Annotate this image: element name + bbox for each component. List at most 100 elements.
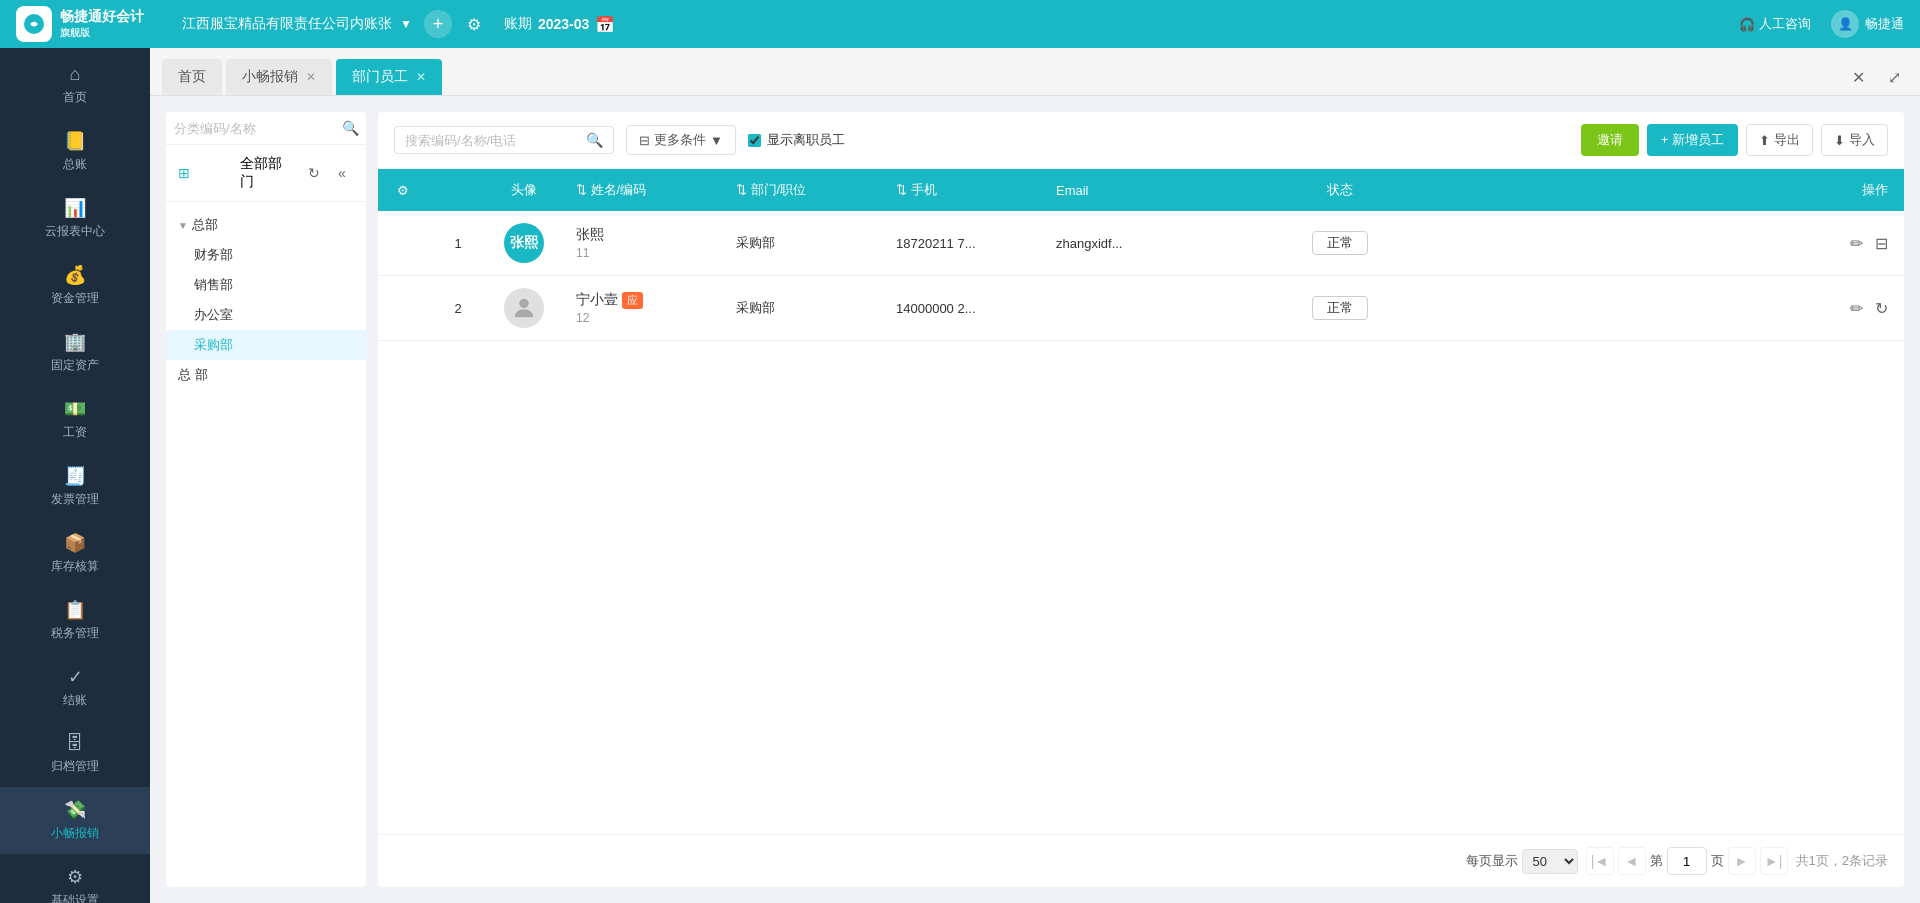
- dept-finance-label: 财务部: [194, 246, 233, 264]
- dept-hq2-label: 总 部: [178, 366, 208, 384]
- sidebar-label-expense: 小畅报销: [51, 825, 99, 842]
- col-phone-header[interactable]: ⇅ 手机: [880, 169, 1040, 211]
- tab-dept-close-icon[interactable]: ✕: [416, 70, 426, 84]
- page-size-dropdown[interactable]: 10 20 50 100: [1522, 849, 1578, 874]
- col-status-header: 状态: [1240, 169, 1440, 211]
- next-page-button[interactable]: ►: [1728, 847, 1756, 875]
- tab-expense-label: 小畅报销: [242, 68, 298, 86]
- add-employee-button[interactable]: + 新增员工: [1647, 124, 1738, 156]
- sidebar-item-payroll[interactable]: 💵 工资: [0, 386, 150, 453]
- first-page-button[interactable]: |◄: [1586, 847, 1614, 875]
- tab-expense[interactable]: 小畅报销 ✕: [226, 59, 332, 95]
- show-resigned-checkbox[interactable]: 显示离职员工: [748, 131, 845, 149]
- sidebar-item-archive[interactable]: 🗄 归档管理: [0, 721, 150, 787]
- tab-expense-close-icon[interactable]: ✕: [306, 70, 316, 84]
- tab-home[interactable]: 首页: [162, 59, 222, 95]
- tab-actions: ✕ ⤢: [1844, 63, 1908, 95]
- row2-edit-icon[interactable]: ✏: [1850, 299, 1863, 318]
- calendar-icon[interactable]: 📅: [595, 15, 615, 34]
- sidebar-item-invoice[interactable]: 🧾 发票管理: [0, 453, 150, 520]
- dept-item-sales[interactable]: 销售部: [166, 270, 366, 300]
- row1-name-code: 张熙 11: [576, 226, 704, 260]
- sidebar-item-expense[interactable]: 💸 小畅报销: [0, 787, 150, 854]
- toolbar-right: 邀请 + 新增员工 ⬆ 导出 ⬇ 导入: [1581, 124, 1888, 156]
- user-info[interactable]: 👤 畅捷通: [1831, 10, 1904, 38]
- show-resigned-input[interactable]: [748, 134, 761, 147]
- dept-item-finance[interactable]: 财务部: [166, 240, 366, 270]
- sidebar-label-assets: 固定资产: [51, 357, 99, 374]
- row1-edit-icon[interactable]: ✏: [1850, 234, 1863, 253]
- sidebar-item-home[interactable]: ⌂ 首页: [0, 52, 150, 118]
- page-navigation: |◄ ◄ 第 页 ► ►|: [1586, 847, 1788, 875]
- page-content: 🔍 ⊞ 全部部门 ↻ « ▼ 总部 财务部: [150, 96, 1920, 903]
- row2-settings: [378, 276, 428, 341]
- sidebar-item-general[interactable]: 📒 总账: [0, 118, 150, 185]
- settings-icon[interactable]: ⚙: [460, 10, 488, 38]
- sidebar-item-tax[interactable]: 📋 税务管理: [0, 587, 150, 654]
- row2-refresh-icon[interactable]: ↻: [1875, 299, 1888, 318]
- base-settings-icon: ⚙: [67, 866, 83, 888]
- sidebar-item-inventory[interactable]: 📦 库存核算: [0, 520, 150, 587]
- dept-search-icon[interactable]: 🔍: [342, 120, 359, 136]
- add-button[interactable]: +: [424, 10, 452, 38]
- row1-phone: 18720211 7...: [880, 211, 1040, 276]
- employee-search-icon[interactable]: 🔍: [586, 132, 603, 148]
- tab-minimize-button[interactable]: ✕: [1844, 63, 1872, 91]
- dept-item-hq2[interactable]: 总 部: [166, 360, 366, 390]
- sidebar-item-settings[interactable]: ⚙ 基础设置: [0, 854, 150, 903]
- import-label: 导入: [1849, 131, 1875, 149]
- tab-home-label: 首页: [178, 68, 206, 86]
- last-page-button[interactable]: ►|: [1760, 847, 1788, 875]
- funds-icon: 💰: [64, 264, 86, 286]
- export-label: 导出: [1774, 131, 1800, 149]
- refresh-dept-button[interactable]: ↻: [302, 161, 326, 185]
- tab-maximize-button[interactable]: ⤢: [1880, 63, 1908, 91]
- logo-icon: [16, 6, 52, 42]
- page-number-input[interactable]: [1667, 847, 1707, 875]
- col-settings[interactable]: ⚙: [378, 169, 428, 211]
- sidebar-item-reports[interactable]: 📊 云报表中心: [0, 185, 150, 252]
- row2-status-badge: 正常: [1312, 296, 1368, 320]
- sidebar-item-funds[interactable]: 💰 资金管理: [0, 252, 150, 319]
- service-button[interactable]: 🎧 人工咨询: [1739, 15, 1811, 33]
- employee-table: ⚙ 头像 ⇅ 姓名/编码 ⇅ 部门/职位 ⇅ 手机: [378, 169, 1904, 834]
- dept-item-hq[interactable]: ▼ 总部: [166, 210, 366, 240]
- row2-phone: 14000000 2...: [880, 276, 1040, 341]
- row1-exit-icon[interactable]: ⊟: [1875, 234, 1888, 253]
- company-selector[interactable]: 江西服宝精品有限责任公司内账张 ▼: [182, 15, 412, 33]
- dept-purchase-label: 采购部: [194, 336, 233, 354]
- page-size-select: 每页显示 10 20 50 100: [1466, 849, 1578, 874]
- dept-item-purchase[interactable]: 采购部: [166, 330, 366, 360]
- row1-code: 11: [576, 246, 704, 260]
- sidebar-label-archive: 归档管理: [51, 758, 99, 775]
- tab-dept[interactable]: 部门员工 ✕: [336, 59, 442, 95]
- import-button[interactable]: ⬇ 导入: [1821, 124, 1888, 156]
- sidebar-label-settings: 基础设置: [51, 892, 99, 903]
- col-email-header: Email: [1040, 169, 1240, 211]
- row1-action-btns: ✏ ⊟: [1456, 234, 1888, 253]
- invite-button[interactable]: 邀请: [1581, 124, 1639, 156]
- dept-tree-controls: ↻ «: [302, 161, 354, 185]
- dept-search-input[interactable]: [174, 121, 342, 136]
- dept-hq-label: 总部: [192, 216, 218, 234]
- row2-actions: ✏ ↻: [1440, 276, 1904, 341]
- sidebar-item-settle[interactable]: ✓ 结账: [0, 654, 150, 721]
- col-name-header[interactable]: ⇅ 姓名/编码: [560, 169, 720, 211]
- sidebar-item-assets[interactable]: 🏢 固定资产: [0, 319, 150, 386]
- employee-search-input[interactable]: [405, 133, 580, 148]
- dept-item-office[interactable]: 办公室: [166, 300, 366, 330]
- table-row: 1 张熙 张熙 11 采购部: [378, 211, 1904, 276]
- period-selector[interactable]: 账期 2023-03 📅: [504, 15, 615, 34]
- col-dept-header[interactable]: ⇅ 部门/职位: [720, 169, 880, 211]
- collapse-dept-button[interactable]: «: [330, 161, 354, 185]
- prev-page-button[interactable]: ◄: [1618, 847, 1646, 875]
- sort-dept-icon: ⇅: [736, 182, 747, 197]
- dept-tree: ▼ 总部 财务部 销售部 办公室 采购部: [166, 202, 366, 887]
- page-input-group: 第 页: [1650, 847, 1724, 875]
- row1-name-cell: 张熙 11: [560, 211, 720, 276]
- app-logo: 畅捷通好会计 旗舰版: [16, 6, 166, 42]
- export-button[interactable]: ⬆ 导出: [1746, 124, 1813, 156]
- employee-toolbar: 🔍 ⊟ 更多条件 ▼ 显示离职员工 邀请 + 新增员工: [378, 112, 1904, 169]
- row1-status-badge: 正常: [1312, 231, 1368, 255]
- filter-button[interactable]: ⊟ 更多条件 ▼: [626, 125, 736, 155]
